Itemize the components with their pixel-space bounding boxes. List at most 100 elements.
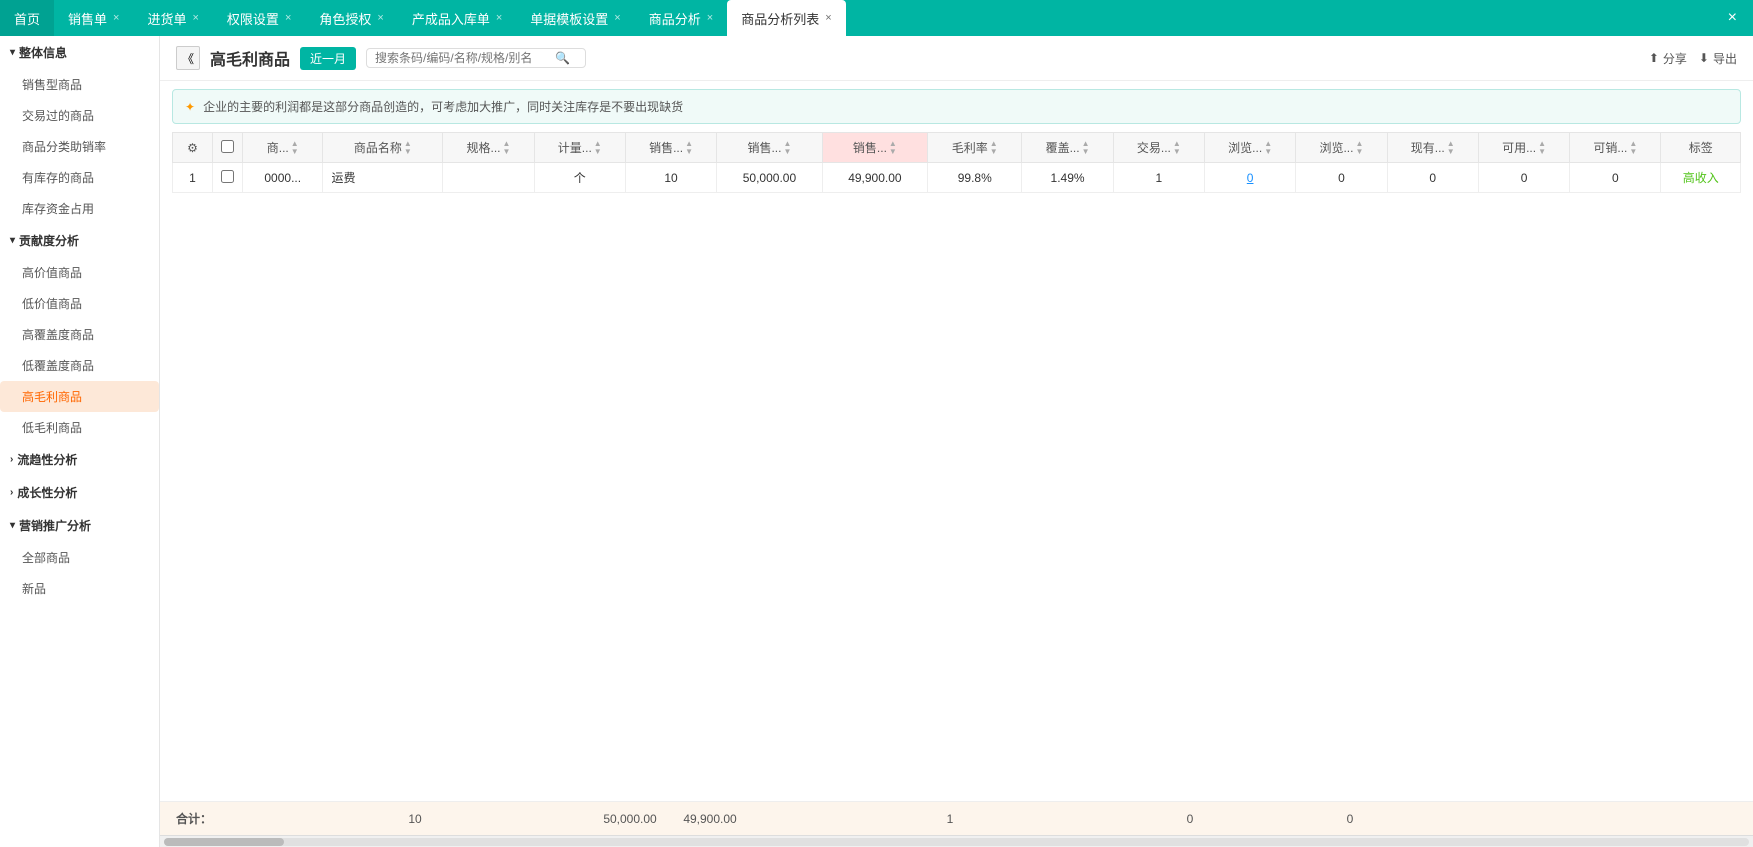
window-close-button[interactable]: × <box>1712 0 1753 36</box>
sort-trade[interactable]: ▲▼ <box>1173 140 1181 156</box>
nav-close-sales-order[interactable]: × <box>113 12 119 24</box>
browse1-link[interactable]: 0 <box>1247 171 1254 185</box>
export-icon: ⬇ <box>1699 51 1709 65</box>
sidebar-item-new-products[interactable]: 新品 <box>0 573 159 604</box>
th-sales-cost-label: 销售... <box>853 139 887 156</box>
sidebar-item-stock-capital[interactable]: 库存资金占用 <box>0 193 159 224</box>
cell-spec <box>443 163 534 193</box>
sort-sales-amount[interactable]: ▲▼ <box>783 140 791 156</box>
main-container: ▾ 整体信息 销售型商品 交易过的商品 商品分类助销率 有库存的商品 库存资金占… <box>0 36 1753 847</box>
th-spec: 规格... ▲▼ <box>443 133 534 163</box>
search-icon[interactable]: 🔍 <box>555 51 570 65</box>
select-all-checkbox[interactable] <box>221 140 234 153</box>
th-unit: 计量... ▲▼ <box>534 133 625 163</box>
cell-stock-saleable: 0 <box>1570 163 1661 193</box>
nav-product-warehouse[interactable]: 产成品入库单 × <box>398 0 516 36</box>
sort-browse2[interactable]: ▲▼ <box>1355 140 1363 156</box>
sort-unit[interactable]: ▲▼ <box>594 140 602 156</box>
scroll-thumb[interactable] <box>164 838 284 846</box>
cell-coverage: 1.49% <box>1022 163 1113 193</box>
sidebar-item-high-margin[interactable]: 高毛利商品 <box>0 381 159 412</box>
tip-icon: ✦ <box>185 100 195 114</box>
settings-icon[interactable]: ⚙ <box>187 141 198 155</box>
th-stock-available: 可用... ▲▼ <box>1478 133 1569 163</box>
footer-cell-empty2 <box>830 812 910 826</box>
sidebar: ▾ 整体信息 销售型商品 交易过的商品 商品分类助销率 有库存的商品 库存资金占… <box>0 36 160 847</box>
search-box: 🔍 <box>366 48 586 68</box>
th-coverage-label: 覆盖... <box>1046 139 1080 156</box>
sort-spec[interactable]: ▲▼ <box>503 140 511 156</box>
sidebar-item-high-value[interactable]: 高价值商品 <box>0 257 159 288</box>
sidebar-item-low-value[interactable]: 低价值商品 <box>0 288 159 319</box>
sort-code[interactable]: ▲▼ <box>291 140 299 156</box>
sort-browse1[interactable]: ▲▼ <box>1264 140 1272 156</box>
period-button[interactable]: 近一月 <box>300 47 356 70</box>
sidebar-item-low-coverage[interactable]: 低覆盖度商品 <box>0 350 159 381</box>
sort-coverage[interactable]: ▲▼ <box>1082 140 1090 156</box>
sidebar-section-contribution-items: 高价值商品 低价值商品 高覆盖度商品 低覆盖度商品 高毛利商品 低毛利商品 <box>0 257 159 443</box>
sidebar-item-all-products[interactable]: 全部商品 <box>0 542 159 573</box>
nav-template-settings[interactable]: 单据模板设置 × <box>516 0 634 36</box>
horizontal-scrollbar[interactable] <box>160 835 1753 847</box>
section-arrow-contribution: ▾ <box>10 235 15 246</box>
sort-stock-current[interactable]: ▲▼ <box>1447 140 1455 156</box>
cell-stock-available: 0 <box>1478 163 1569 193</box>
search-input[interactable] <box>375 51 555 65</box>
section-arrow-trend: › <box>10 454 13 465</box>
sidebar-item-sales-product[interactable]: 销售型商品 <box>0 69 159 100</box>
footer-cell-empty3 <box>990 812 1070 826</box>
th-code-label: 商... <box>267 139 289 156</box>
sidebar-item-high-coverage[interactable]: 高覆盖度商品 <box>0 319 159 350</box>
cell-index: 1 <box>173 163 213 193</box>
sort-sales-qty[interactable]: ▲▼ <box>685 140 693 156</box>
nav-close-warehouse[interactable]: × <box>496 12 502 24</box>
row-checkbox[interactable] <box>221 170 234 183</box>
sidebar-section-general[interactable]: ▾ 整体信息 <box>0 36 159 69</box>
sort-sales-cost[interactable]: ▲▼ <box>889 140 897 156</box>
table-footer: 合计： 10 50,000.00 49,900.00 1 0 0 <box>160 801 1753 835</box>
sidebar-item-low-margin[interactable]: 低毛利商品 <box>0 412 159 443</box>
nav-product-analysis[interactable]: 商品分析 × <box>635 0 727 36</box>
th-browse1: 浏览... ▲▼ <box>1205 133 1296 163</box>
cell-name: 运费 <box>323 163 443 193</box>
nav-permission-settings[interactable]: 权限设置 × <box>213 0 305 36</box>
nav-product-analysis-list[interactable]: 商品分析列表 × <box>727 0 845 36</box>
nav-close-template[interactable]: × <box>614 12 620 24</box>
sidebar-section-trend[interactable]: › 流趋性分析 <box>0 443 159 476</box>
export-button[interactable]: ⬇ 导出 <box>1699 50 1737 67</box>
cell-browse1: 0 <box>1205 163 1296 193</box>
sidebar-item-stocked-product[interactable]: 有库存的商品 <box>0 162 159 193</box>
nav-close-role-auth[interactable]: × <box>377 12 383 24</box>
nav-purchase-order[interactable]: 进货单 × <box>133 0 212 36</box>
sidebar-section-growth[interactable]: › 成长性分析 <box>0 476 159 509</box>
sort-name[interactable]: ▲▼ <box>404 140 412 156</box>
th-browse2-label: 浏览... <box>1319 139 1353 156</box>
th-trade-label: 交易... <box>1137 139 1171 156</box>
cell-stock-current: 0 <box>1387 163 1478 193</box>
sidebar-section-contribution[interactable]: ▾ 贡献度分析 <box>0 224 159 257</box>
sort-stock-saleable[interactable]: ▲▼ <box>1629 140 1637 156</box>
sidebar-collapse-button[interactable]: 《 <box>176 46 200 70</box>
nav-home[interactable]: 首页 <box>0 0 54 36</box>
th-sales-amount-label: 销售... <box>747 139 781 156</box>
cell-checkbox <box>213 163 243 193</box>
footer-cells: 10 50,000.00 49,900.00 1 0 0 <box>240 812 1737 826</box>
nav-close-product-analysis-list[interactable]: × <box>825 12 831 24</box>
sort-stock-available[interactable]: ▲▼ <box>1538 140 1546 156</box>
nav-sales-order[interactable]: 销售单 × <box>54 0 133 36</box>
scroll-track <box>164 838 1749 846</box>
sort-gross-rate[interactable]: ▲▼ <box>990 140 998 156</box>
sidebar-item-category-rate[interactable]: 商品分类助销率 <box>0 131 159 162</box>
nav-role-auth[interactable]: 角色授权 × <box>305 0 397 36</box>
cell-sales-qty: 10 <box>625 163 716 193</box>
table-header-row: ⚙ 商... ▲▼ 商品名称 <box>173 133 1741 163</box>
sidebar-item-traded-product[interactable]: 交易过的商品 <box>0 100 159 131</box>
nav-close-purchase-order[interactable]: × <box>192 12 198 24</box>
th-stock-available-label: 可用... <box>1502 139 1536 156</box>
nav-close-permission[interactable]: × <box>285 12 291 24</box>
header-actions: ⬆ 分享 ⬇ 导出 <box>1649 50 1737 67</box>
share-button[interactable]: ⬆ 分享 <box>1649 50 1687 67</box>
nav-close-product-analysis[interactable]: × <box>707 12 713 24</box>
sidebar-section-marketing[interactable]: ▾ 营销推广分析 <box>0 509 159 542</box>
th-browse2: 浏览... ▲▼ <box>1296 133 1387 163</box>
